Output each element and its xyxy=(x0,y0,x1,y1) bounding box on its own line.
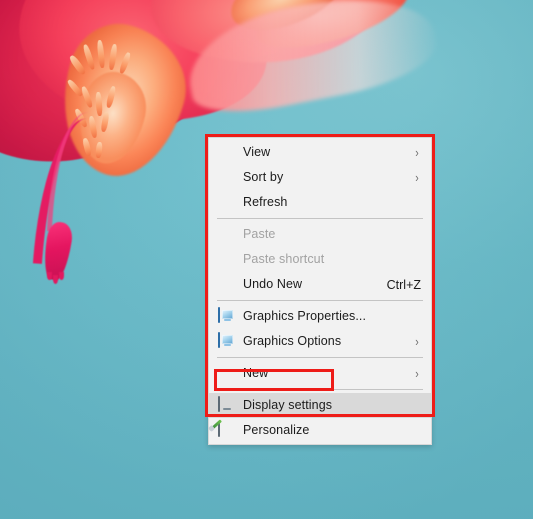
graphics-properties-icon xyxy=(218,306,236,326)
menu-item-display-settings[interactable]: Display settings xyxy=(209,393,431,418)
blank-icon-slot xyxy=(218,144,236,162)
menu-item-graphics-properties[interactable]: Graphics Properties... xyxy=(209,304,431,329)
menu-item-label: Paste xyxy=(243,227,276,242)
menu-separator xyxy=(217,300,423,301)
personalize-icon xyxy=(207,418,236,440)
menu-item-view[interactable]: View › xyxy=(209,140,431,165)
menu-item-shortcut: Ctrl+Z xyxy=(386,277,421,292)
menu-item-sort-by[interactable]: Sort by › xyxy=(209,165,431,190)
blank-icon-slot xyxy=(218,276,236,294)
menu-item-label: New xyxy=(243,366,269,381)
blank-icon-slot xyxy=(218,226,236,244)
menu-item-label: View xyxy=(243,145,271,160)
blank-icon-slot xyxy=(218,251,236,269)
menu-item-label: Undo New xyxy=(243,277,303,292)
menu-item-new[interactable]: New › xyxy=(209,361,431,386)
menu-item-paste-shortcut: Paste shortcut xyxy=(209,247,431,272)
menu-item-personalize[interactable]: Personalize xyxy=(207,418,431,443)
blank-icon-slot xyxy=(218,169,236,187)
menu-separator xyxy=(217,357,423,358)
graphics-options-icon xyxy=(218,331,236,351)
desktop[interactable]: View › Sort by › Refresh Paste Paste sho… xyxy=(0,0,533,519)
menu-item-undo-new[interactable]: Undo New Ctrl+Z xyxy=(209,272,431,297)
menu-item-label: Paste shortcut xyxy=(243,252,325,267)
chevron-right-icon: › xyxy=(415,145,419,160)
desktop-context-menu[interactable]: View › Sort by › Refresh Paste Paste sho… xyxy=(207,137,432,445)
menu-item-label: Graphics Options xyxy=(243,334,342,349)
chevron-right-icon: › xyxy=(415,170,419,185)
chevron-right-icon: › xyxy=(415,334,419,349)
menu-item-label: Sort by xyxy=(243,170,284,185)
menu-item-graphics-options[interactable]: Graphics Options › xyxy=(209,329,431,354)
menu-separator xyxy=(217,389,423,390)
blank-icon-slot xyxy=(218,365,236,383)
menu-item-paste: Paste xyxy=(209,222,431,247)
menu-item-label: Display settings xyxy=(243,398,333,413)
display-settings-icon xyxy=(218,395,236,415)
blank-icon-slot xyxy=(218,194,236,212)
chevron-right-icon: › xyxy=(415,366,419,381)
menu-item-label: Personalize xyxy=(243,423,310,438)
menu-item-label: Graphics Properties... xyxy=(243,309,367,324)
menu-separator xyxy=(217,218,423,219)
menu-item-refresh[interactable]: Refresh xyxy=(209,190,431,215)
menu-item-label: Refresh xyxy=(243,195,288,210)
